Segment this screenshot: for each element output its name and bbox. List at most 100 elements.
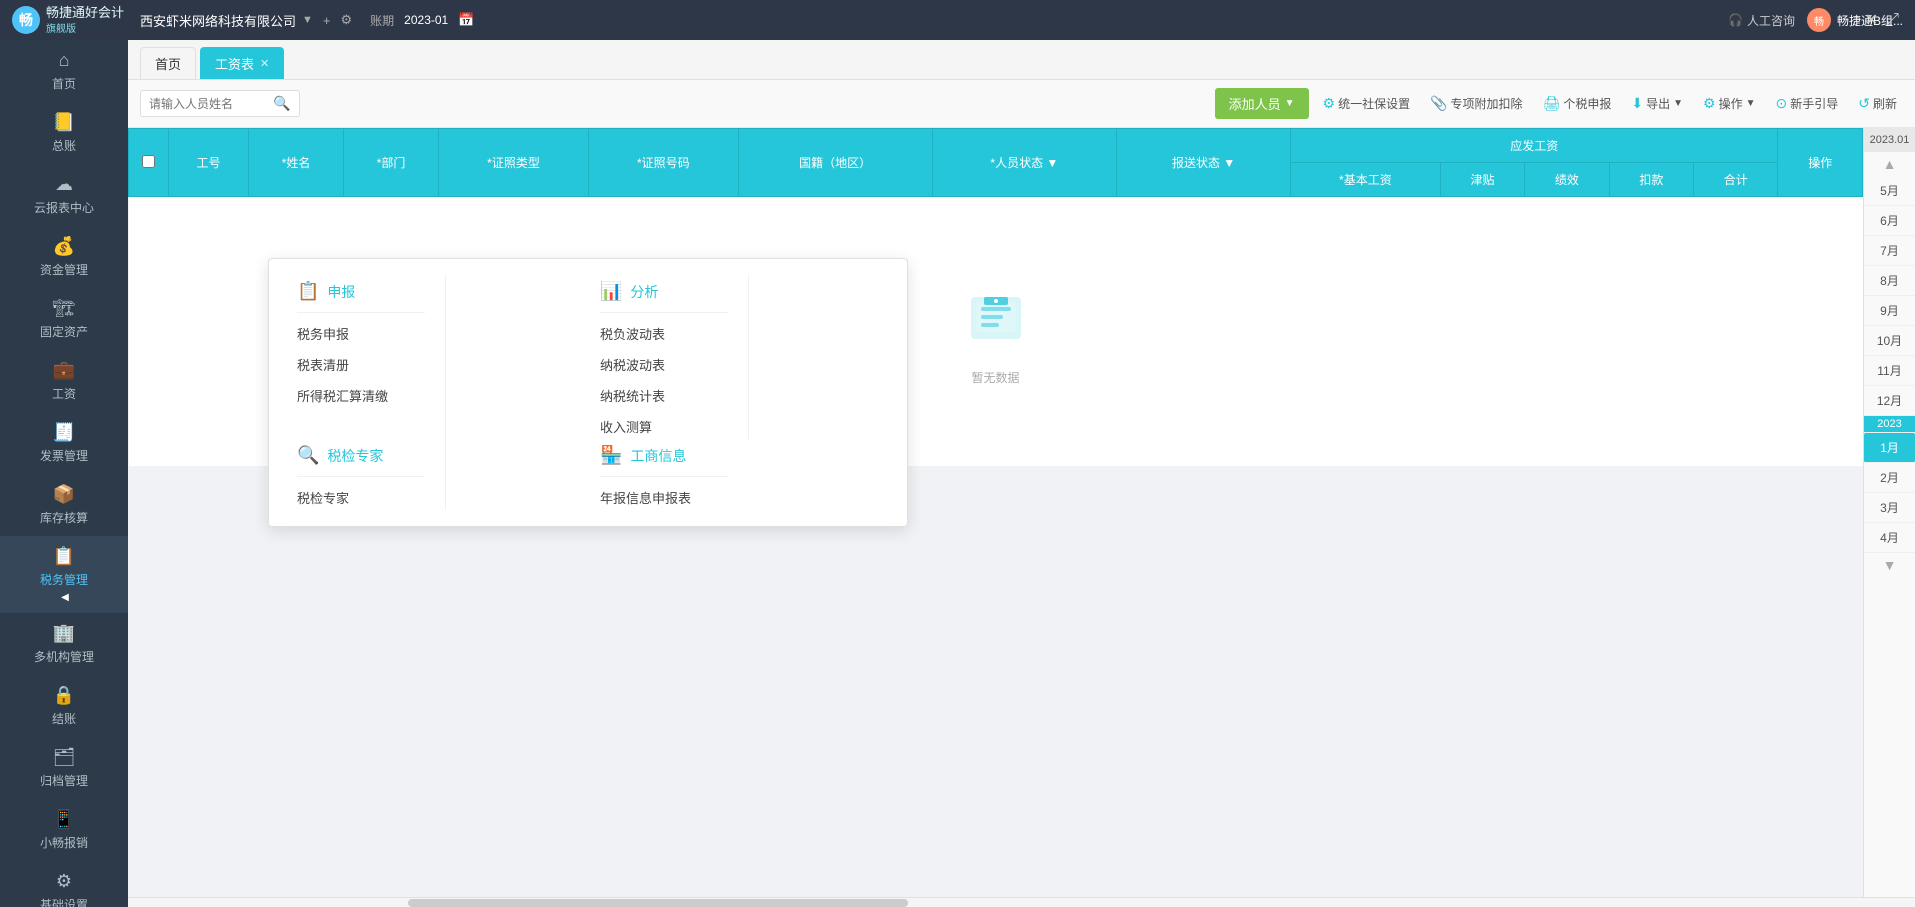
th-base-salary: *基本工资 <box>1290 163 1440 197</box>
sidebar-item-label: 结账 <box>52 710 76 727</box>
add-person-label: 添加人员 <box>1229 94 1281 113</box>
sidebar-item-fixed-assets[interactable]: 🏗 固定资产 <box>0 288 128 350</box>
month-3[interactable]: 3月 <box>1864 493 1915 523</box>
company-selector[interactable]: 西安虾米网络科技有限公司 ▼ + ⚙ 账期 2023-01 📅 <box>140 11 1728 30</box>
month-4[interactable]: 4月 <box>1864 523 1915 553</box>
section-title: 分析 <box>630 282 658 302</box>
month-11[interactable]: 11月 <box>1864 356 1915 386</box>
main-layout: ⌂ 首页 📒 总账 ☁ 云报表中心 💰 资金管理 🏗 固定资产 💼 工资 🧾 发… <box>0 40 1915 907</box>
month-8[interactable]: 8月 <box>1864 266 1915 296</box>
app-name: 畅捷通好会计 <box>46 5 124 21</box>
sidebar-item-general-ledger[interactable]: 📒 总账 <box>0 102 128 164</box>
declaration-icon: 📋 <box>297 281 319 302</box>
month-5[interactable]: 5月 <box>1864 176 1915 206</box>
month-9[interactable]: 9月 <box>1864 296 1915 326</box>
tax-dropdown-menu[interactable]: 📋 申报 税务申报 税表清册 所得税汇算清缴 📊 分析 <box>268 258 908 527</box>
window-controls: ✕ ⤢ <box>1849 0 1915 40</box>
export-button[interactable]: ⬇ 导出 ▼ <box>1625 91 1689 116</box>
calendar-icon[interactable]: 📅 <box>458 12 474 28</box>
content-area: 工号 *姓名 *部门 *证照类型 *证照号码 国籍（地区） *人员状态 ▼ 报送… <box>128 128 1915 897</box>
maximize-icon[interactable]: ⤢ <box>1886 11 1899 29</box>
sidebar-item-label: 多机构管理 <box>34 648 94 665</box>
refresh-icon: ↺ <box>1858 95 1870 112</box>
chevron-down-icon[interactable]: ▼ <box>302 14 313 26</box>
gear-icon: ⚙ <box>56 871 72 892</box>
sidebar-item-home[interactable]: ⌂ 首页 <box>0 40 128 102</box>
search-box[interactable]: 🔍 <box>140 90 300 117</box>
dropdown-section-analysis: 📊 分析 税负波动表 纳税波动表 纳税统计表 收入测算 <box>588 275 740 439</box>
month-7[interactable]: 7月 <box>1864 236 1915 266</box>
section-analysis-title: 📊 分析 <box>600 275 728 313</box>
tab-home[interactable]: 首页 <box>140 47 196 79</box>
toolbar: 🔍 添加人员 ▼ ⚙ 统一社保设置 📎 专项附加扣除 🖨 个税申报 ⬇ 导出 <box>128 80 1915 128</box>
month-2[interactable]: 2月 <box>1864 463 1915 493</box>
th-operation: 操作 <box>1778 129 1863 197</box>
add-person-button[interactable]: 添加人员 ▼ <box>1215 88 1309 119</box>
app-logo: 畅 畅捷通好会计 旗舰版 <box>12 5 132 36</box>
help-button[interactable]: 🎧 人工咨询 <box>1728 12 1795 29</box>
section-business-info-title: 🏪 工商信息 <box>600 439 728 477</box>
scroll-up-arrow[interactable]: ▲ <box>1864 152 1915 176</box>
sidebar-item-multi-org[interactable]: 🏢 多机构管理 <box>0 613 128 675</box>
sidebar-item-label: 库存核算 <box>40 509 88 526</box>
home-tab-label: 首页 <box>155 54 181 73</box>
sidebar-item-close-accounts[interactable]: 🔒 结账 <box>0 675 128 737</box>
dropdown-item-tax-burden[interactable]: 税负波动表 <box>600 321 728 346</box>
select-all-checkbox[interactable] <box>142 155 155 168</box>
month-6[interactable]: 6月 <box>1864 206 1915 236</box>
th-checkbox[interactable] <box>129 129 169 197</box>
sidebar-item-tax[interactable]: 📋 税务管理 ◀ <box>0 536 128 613</box>
month-1[interactable]: 1月 <box>1864 433 1915 463</box>
tab-close-icon[interactable]: ✕ <box>260 57 269 70</box>
dropdown-item-income-calc[interactable]: 收入测算 <box>600 414 728 439</box>
scroll-down-arrow[interactable]: ▼ <box>1864 553 1915 577</box>
divider-2 <box>748 275 749 439</box>
sidebar-item-inventory[interactable]: 📦 库存核算 <box>0 474 128 536</box>
th-deduction: 扣款 <box>1609 163 1693 197</box>
individual-tax-button[interactable]: 🖨 个税申报 <box>1537 91 1618 116</box>
tab-payroll[interactable]: 工资表 ✕ <box>200 47 284 79</box>
operation-button[interactable]: ⚙ 操作 ▼ <box>1697 91 1761 116</box>
sidebar-item-archive[interactable]: 🗂 归档管理 <box>0 737 128 799</box>
sidebar-item-label: 发票管理 <box>40 447 88 464</box>
sidebar-item-cloud-report[interactable]: ☁ 云报表中心 <box>0 164 128 226</box>
search-input[interactable] <box>149 97 269 111</box>
sidebar-item-payroll[interactable]: 💼 工资 <box>0 350 128 412</box>
user-avatar: 畅 <box>1807 8 1831 32</box>
dropdown-item-tax-filing[interactable]: 税务申报 <box>297 321 425 346</box>
special-deduction-label: 专项附加扣除 <box>1451 95 1523 112</box>
tab-bar: 首页 工资表 ✕ <box>128 40 1915 80</box>
add-company-icon[interactable]: + <box>323 13 331 28</box>
sidebar-item-basic-settings[interactable]: ⚙ 基础设置 <box>0 861 128 907</box>
unified-social-security-button[interactable]: ⚙ 统一社保设置 <box>1317 91 1417 116</box>
collapse-icon: ◀ <box>61 592 69 603</box>
sidebar-item-expense[interactable]: 📱 小畅报销 <box>0 799 128 861</box>
lock-icon: 🔒 <box>53 685 75 706</box>
settings-icon[interactable]: ⚙ <box>341 12 353 28</box>
dropdown-item-tax-fluctuation[interactable]: 纳税波动表 <box>600 352 728 377</box>
export-icon: ⬇ <box>1631 95 1643 112</box>
logo-icon: 畅 <box>12 6 40 34</box>
year-header: 2023.01 <box>1864 128 1915 152</box>
section-tax-expert-title: 🔍 税检专家 <box>297 439 425 477</box>
tax-expert-items: 税检专家 <box>297 485 425 510</box>
individual-tax-label: 个税申报 <box>1563 95 1611 112</box>
month-10[interactable]: 10月 <box>1864 326 1915 356</box>
dropdown-item-annual-report[interactable]: 年报信息申报表 <box>600 485 728 510</box>
dropdown-item-tax-stats[interactable]: 纳税统计表 <box>600 383 728 408</box>
dropdown-item-income-tax-calc[interactable]: 所得税汇算清缴 <box>297 383 425 408</box>
new-guide-button[interactable]: ⊙ 新手引导 <box>1770 91 1845 116</box>
year-2023[interactable]: 2023 <box>1864 416 1915 433</box>
tax-expert-icon: 🔍 <box>297 445 319 466</box>
close-icon[interactable]: ✕ <box>1865 10 1878 30</box>
sidebar-item-invoice[interactable]: 🧾 发票管理 <box>0 412 128 474</box>
scrollbar-thumb[interactable] <box>408 899 908 907</box>
horizontal-scrollbar[interactable] <box>128 897 1915 907</box>
special-deduction-button[interactable]: 📎 专项附加扣除 <box>1424 91 1528 116</box>
refresh-button[interactable]: ↺ 刷新 <box>1852 91 1903 116</box>
dropdown-item-tax-table-clear[interactable]: 税表清册 <box>297 352 425 377</box>
month-12[interactable]: 12月 <box>1864 386 1915 416</box>
dropdown-item-tax-expert[interactable]: 税检专家 <box>297 485 425 510</box>
sidebar-item-fund[interactable]: 💰 资金管理 <box>0 226 128 288</box>
dropdown-section-declaration: 📋 申报 税务申报 税表清册 所得税汇算清缴 <box>285 275 437 439</box>
